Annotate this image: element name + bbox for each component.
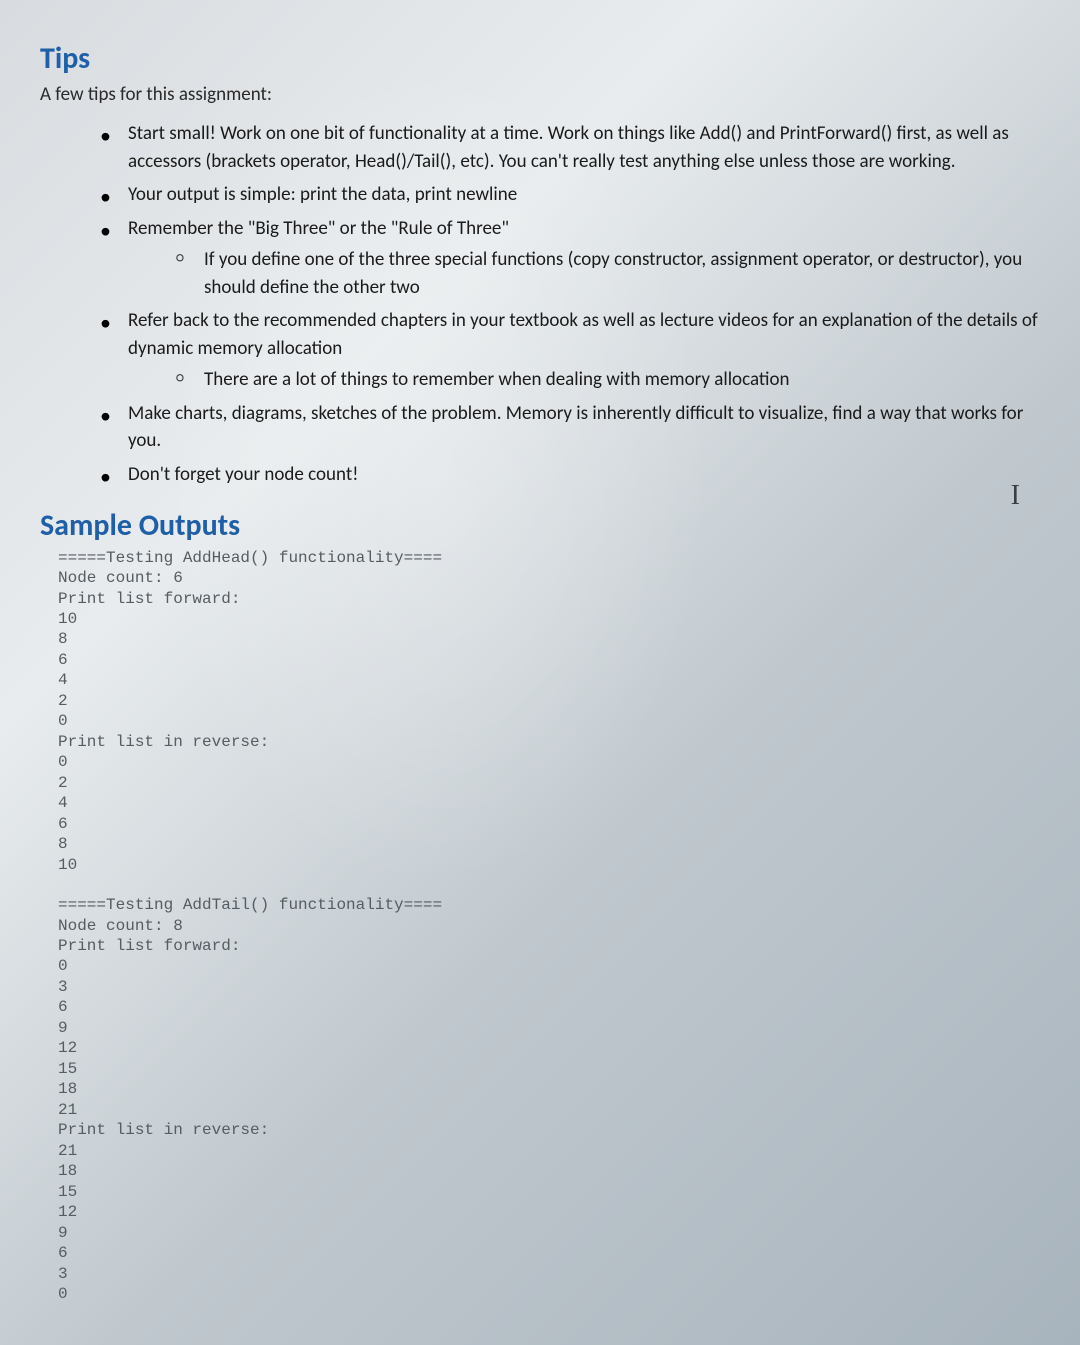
sample-output-block: =====Testing AddTail() functionality====… — [40, 895, 1040, 1304]
sample-output-block: =====Testing AddHead() functionality====… — [40, 548, 1040, 876]
list-item-text: Remember the "Big Three" or the "Rule of… — [128, 217, 509, 240]
sub-list: There are a lot of things to remember wh… — [128, 366, 1040, 394]
tips-list: Start small! Work on one bit of function… — [40, 120, 1040, 489]
tips-intro: A few tips for this assignment: — [40, 83, 1040, 106]
list-item: Don't forget your node count! — [100, 461, 1040, 489]
list-item-text: Refer back to the recommended chapters i… — [128, 309, 1038, 360]
sample-outputs-heading: Sample Outputs — [40, 507, 1040, 544]
list-item: If you define one of the three special f… — [176, 246, 1040, 301]
list-item: Make charts, diagrams, sketches of the p… — [100, 400, 1040, 455]
list-item: There are a lot of things to remember wh… — [176, 366, 1040, 394]
sub-list: If you define one of the three special f… — [128, 246, 1040, 301]
list-item: Your output is simple: print the data, p… — [100, 181, 1040, 209]
list-item: Refer back to the recommended chapters i… — [100, 307, 1040, 394]
list-item: Remember the "Big Three" or the "Rule of… — [100, 215, 1040, 302]
tips-heading: Tips — [40, 40, 1040, 77]
list-item: Start small! Work on one bit of function… — [100, 120, 1040, 175]
